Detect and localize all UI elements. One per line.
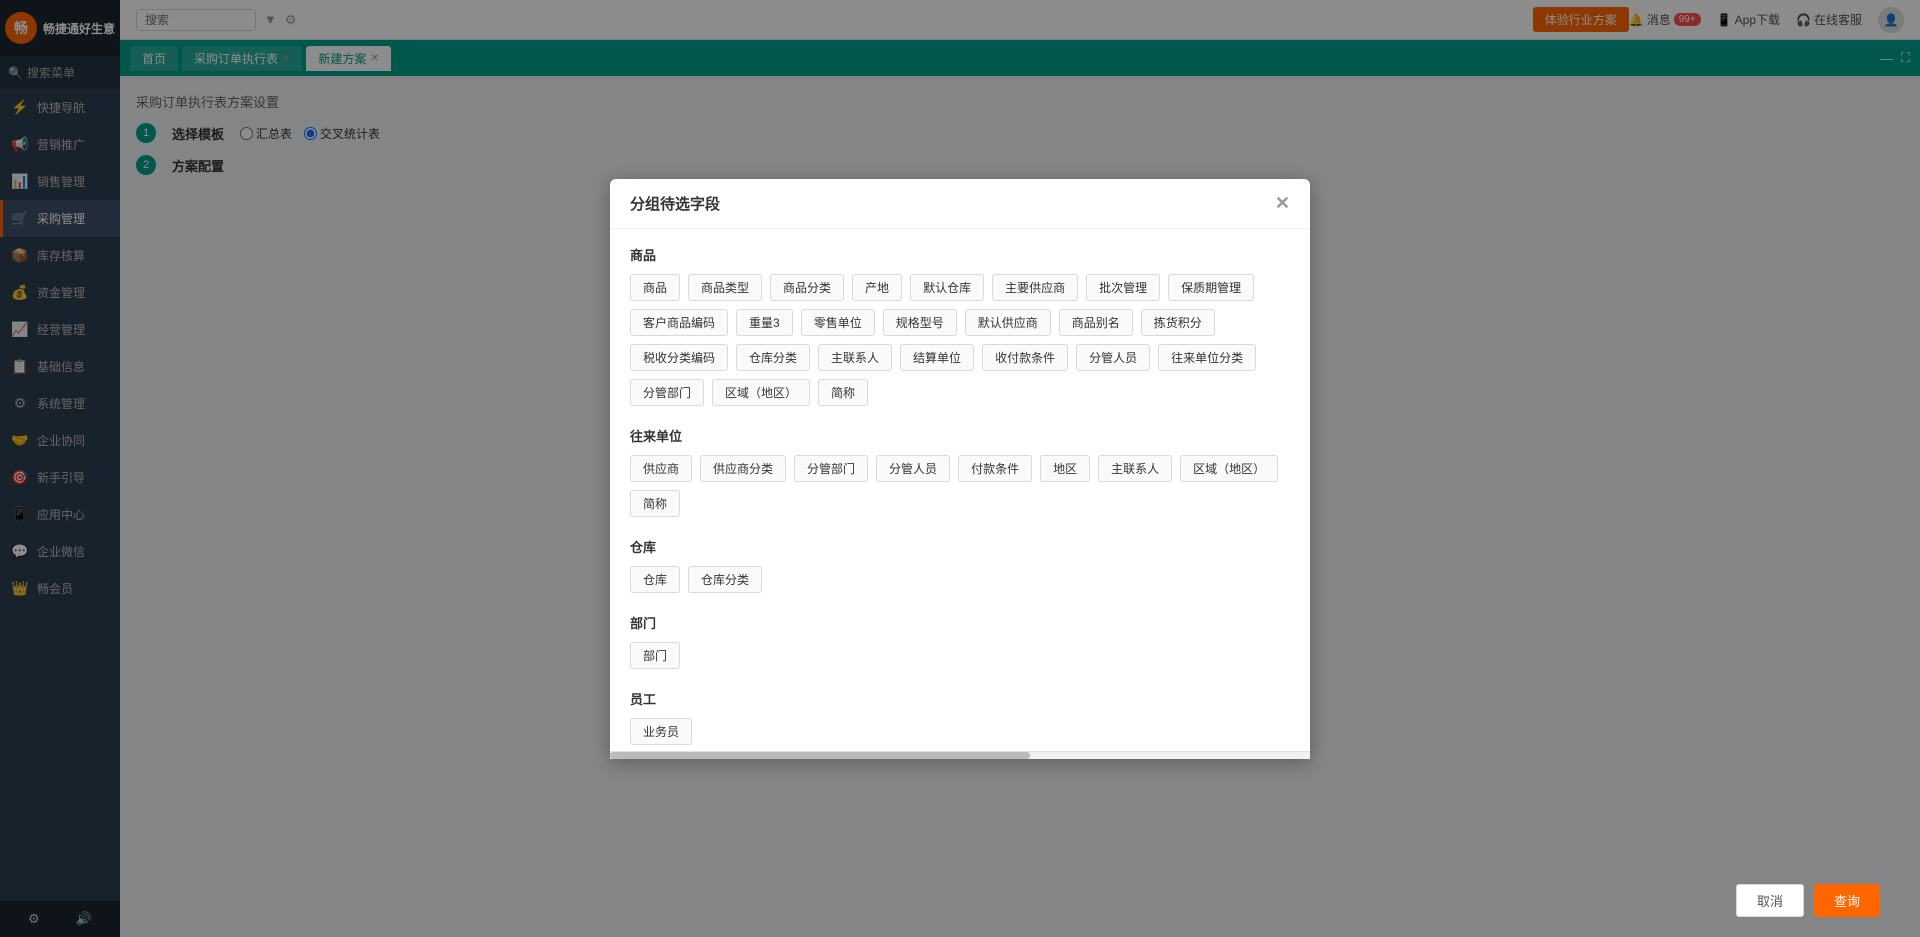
field-tag[interactable]: 结算单位 (900, 344, 974, 371)
section-warehouse-title: 仓库 (630, 537, 1290, 556)
field-select-modal: 分组待选字段 ✕ 商品 商品 商品类型 商品分类 产地 默认仓库 主要供应商 批… (610, 179, 1310, 759)
section-partners-fields: 供应商 供应商分类 分管部门 分管人员 付款条件 地区 主联系人 区域（地区） … (630, 455, 1290, 517)
field-tag[interactable]: 往来单位分类 (1158, 344, 1256, 371)
section-warehouse-fields: 仓库 仓库分类 (630, 566, 1290, 593)
section-partners-title: 往来单位 (630, 426, 1290, 445)
field-tag[interactable]: 仓库分类 (688, 566, 762, 593)
field-tag[interactable]: 主联系人 (1098, 455, 1172, 482)
modal-header: 分组待选字段 ✕ (610, 179, 1310, 229)
section-department-title: 部门 (630, 613, 1290, 632)
section-department: 部门 部门 (630, 613, 1290, 669)
modal-overlay: 分组待选字段 ✕ 商品 商品 商品类型 商品分类 产地 默认仓库 主要供应商 批… (0, 0, 1920, 937)
field-tag[interactable]: 区域（地区） (712, 379, 810, 406)
field-tag[interactable]: 简称 (630, 490, 680, 517)
section-department-fields: 部门 (630, 642, 1290, 669)
modal-title: 分组待选字段 (630, 193, 720, 214)
field-tag[interactable]: 商品分类 (770, 274, 844, 301)
section-partners: 往来单位 供应商 供应商分类 分管部门 分管人员 付款条件 地区 主联系人 区域… (630, 426, 1290, 517)
field-tag[interactable]: 业务员 (630, 718, 692, 745)
field-tag[interactable]: 部门 (630, 642, 680, 669)
field-tag[interactable]: 规格型号 (883, 309, 957, 336)
field-tag[interactable]: 分管部门 (630, 379, 704, 406)
field-tag[interactable]: 批次管理 (1086, 274, 1160, 301)
field-tag[interactable]: 产地 (852, 274, 902, 301)
field-tag[interactable]: 仓库分类 (736, 344, 810, 371)
field-tag[interactable]: 分管部门 (794, 455, 868, 482)
section-employee-fields: 业务员 (630, 718, 1290, 745)
field-tag[interactable]: 拣货积分 (1141, 309, 1215, 336)
section-warehouse: 仓库 仓库 仓库分类 (630, 537, 1290, 593)
modal-horizontal-scrollbar[interactable] (610, 751, 1310, 759)
field-tag[interactable]: 商品类型 (688, 274, 762, 301)
field-tag[interactable]: 默认供应商 (965, 309, 1051, 336)
field-tag[interactable]: 分管人员 (1076, 344, 1150, 371)
field-tag[interactable]: 主联系人 (818, 344, 892, 371)
field-tag[interactable]: 仓库 (630, 566, 680, 593)
field-tag[interactable]: 付款条件 (958, 455, 1032, 482)
field-tag[interactable]: 保质期管理 (1168, 274, 1254, 301)
field-tag[interactable]: 区域（地区） (1180, 455, 1278, 482)
field-tag[interactable]: 主要供应商 (992, 274, 1078, 301)
field-tag[interactable]: 商品别名 (1059, 309, 1133, 336)
section-employee: 员工 业务员 (630, 689, 1290, 745)
field-tag[interactable]: 零售单位 (801, 309, 875, 336)
field-tag[interactable]: 简称 (818, 379, 868, 406)
cancel-button[interactable]: 取消 (1736, 884, 1804, 917)
field-tag[interactable]: 分管人员 (876, 455, 950, 482)
field-tag[interactable]: 供应商分类 (700, 455, 786, 482)
field-tag[interactable]: 默认仓库 (910, 274, 984, 301)
modal-body[interactable]: 商品 商品 商品类型 商品分类 产地 默认仓库 主要供应商 批次管理 保质期管理… (610, 229, 1310, 751)
modal-close-button[interactable]: ✕ (1275, 194, 1290, 212)
field-tag[interactable]: 税收分类编码 (630, 344, 728, 371)
field-tag[interactable]: 商品 (630, 274, 680, 301)
field-tag[interactable]: 供应商 (630, 455, 692, 482)
field-tag[interactable]: 地区 (1040, 455, 1090, 482)
section-products-fields: 商品 商品类型 商品分类 产地 默认仓库 主要供应商 批次管理 保质期管理 客户… (630, 274, 1290, 406)
field-tag[interactable]: 收付款条件 (982, 344, 1068, 371)
section-employee-title: 员工 (630, 689, 1290, 708)
field-tag[interactable]: 重量3 (736, 309, 793, 336)
section-products: 商品 商品 商品类型 商品分类 产地 默认仓库 主要供应商 批次管理 保质期管理… (630, 245, 1290, 406)
field-tag[interactable]: 客户商品编码 (630, 309, 728, 336)
confirm-button[interactable]: 查询 (1814, 884, 1880, 917)
section-products-title: 商品 (630, 245, 1290, 264)
